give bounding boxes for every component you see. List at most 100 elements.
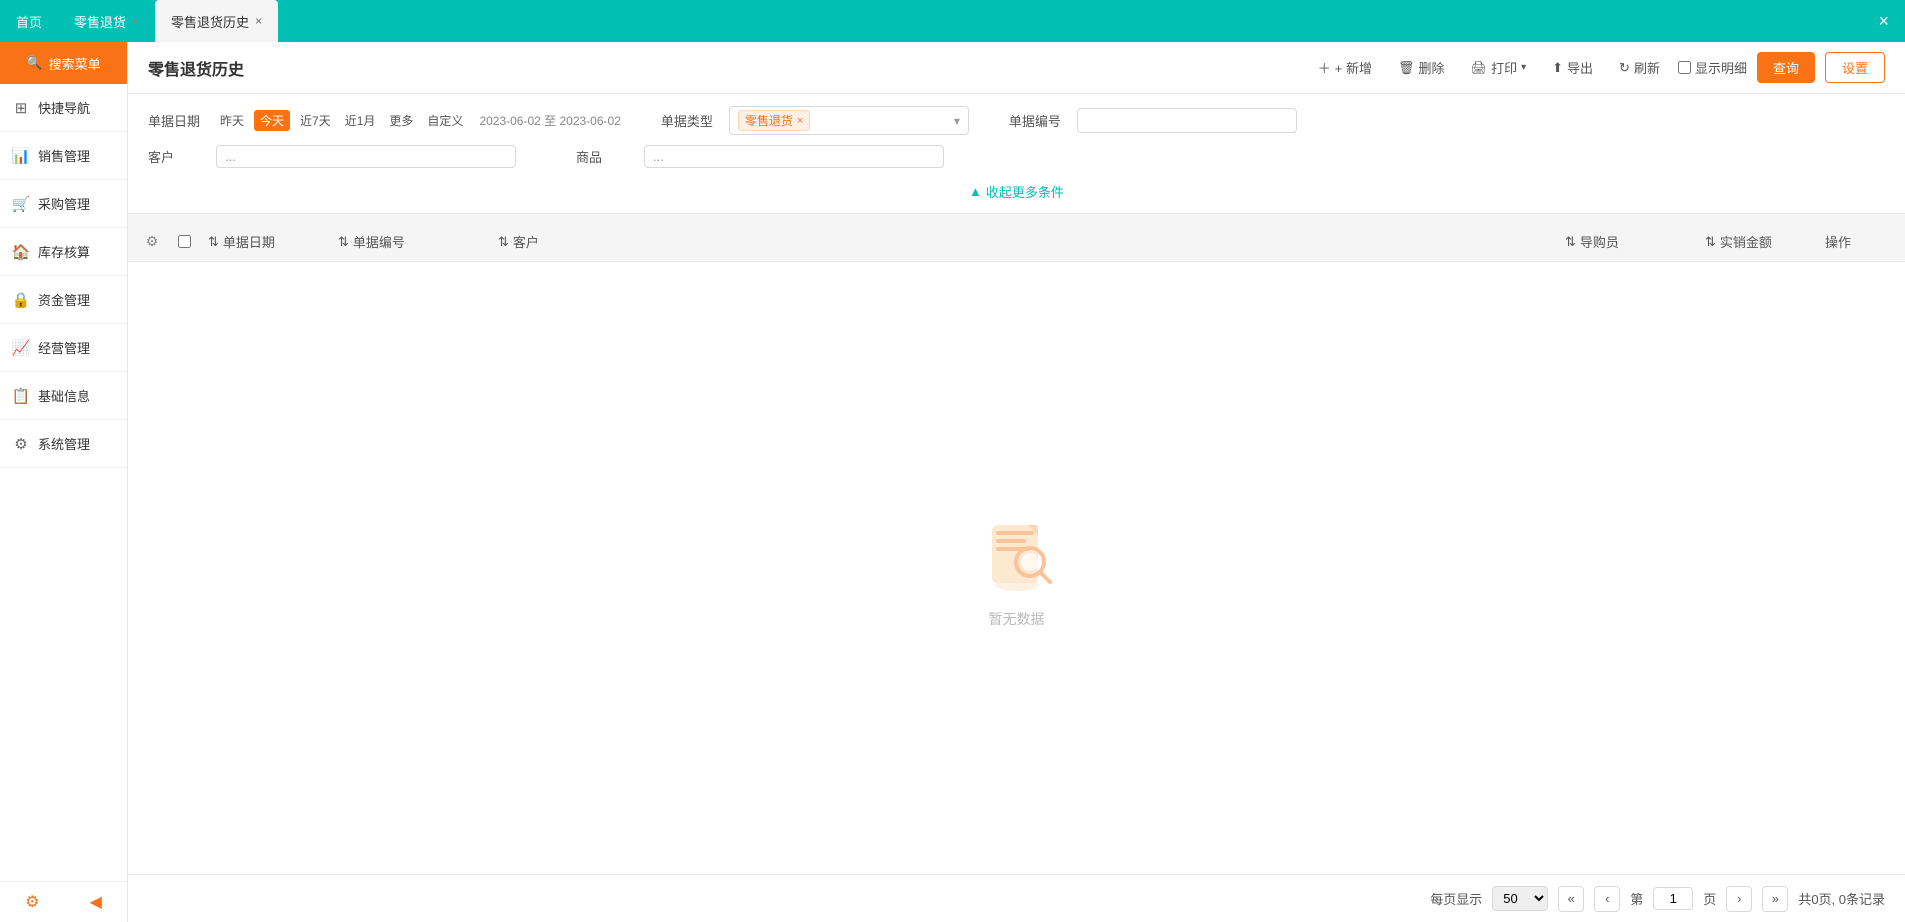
col-num-label: 单据编号 xyxy=(353,232,405,251)
page-title: 零售退货历史 xyxy=(148,56,244,90)
sales-icon: 📊 xyxy=(12,147,30,165)
export-label: 导出 xyxy=(1567,58,1593,77)
sidebar-item-system[interactable]: ⚙ 系统管理 xyxy=(0,420,127,468)
sidebar-item-purchase[interactable]: 🛒 采购管理 xyxy=(0,180,127,228)
top-navbar: 首页 零售退货 × 零售退货历史 × × xyxy=(0,0,1905,42)
show-detail-input[interactable] xyxy=(1678,61,1691,74)
sidebar-item-finance[interactable]: 🔒 资金管理 xyxy=(0,276,127,324)
col-guide[interactable]: ⇅ 导购员 xyxy=(1557,232,1697,251)
tab-retail-return-history[interactable]: 零售退货历史 × xyxy=(155,0,278,42)
col-num-sort-icon: ⇅ xyxy=(338,234,349,250)
collapse-label: 收起更多条件 xyxy=(986,182,1064,201)
delete-icon: 🗑 xyxy=(1398,60,1415,76)
col-op-label: 操作 xyxy=(1825,232,1851,251)
close-retail-return-icon[interactable]: × xyxy=(132,14,139,28)
print-button[interactable]: 🖨 打印 ▾ xyxy=(1463,54,1535,81)
filter-customer: 客户 ... xyxy=(148,145,516,168)
query-button[interactable]: 查询 xyxy=(1757,52,1815,83)
setting-button[interactable]: 设置 xyxy=(1825,52,1885,83)
tab-home[interactable]: 首页 xyxy=(0,0,58,42)
col-amount-sort-icon: ⇅ xyxy=(1705,234,1716,250)
num-filter-input[interactable] xyxy=(1077,108,1297,133)
basic-info-icon: 📋 xyxy=(12,387,30,405)
table-area: ⚙ ⇅ 单据日期 ⇅ 单据编号 ⇅ 客户 ⇅ 导购员 xyxy=(128,222,1905,874)
sidebar-item-purchase-label: 采购管理 xyxy=(38,194,90,213)
col-date[interactable]: ⇅ 单据日期 xyxy=(200,232,330,251)
page-input[interactable] xyxy=(1653,887,1693,910)
sidebar-item-inventory[interactable]: 🏠 库存核算 xyxy=(0,228,127,276)
tab-home-label: 首页 xyxy=(16,12,42,31)
collapse-more-btn[interactable]: ▲ 收起更多条件 xyxy=(969,182,1064,201)
collapse-sidebar-icon[interactable]: ◀ xyxy=(90,892,102,912)
goods-select[interactable]: ... xyxy=(644,145,944,168)
sidebar-item-system-label: 系统管理 xyxy=(38,434,90,453)
shortcut-1month[interactable]: 近1月 xyxy=(341,110,380,131)
window-close-icon[interactable]: × xyxy=(1862,11,1905,32)
new-button[interactable]: ＋ + 新增 xyxy=(1310,54,1380,81)
export-button[interactable]: ⬆ 导出 xyxy=(1544,54,1601,81)
select-all-input[interactable] xyxy=(178,235,191,248)
filter-row-2: 客户 ... 商品 ... xyxy=(148,145,1885,168)
next-page-btn[interactable]: › xyxy=(1726,886,1752,912)
col-date-label: 单据日期 xyxy=(223,232,275,251)
purchase-icon: 🛒 xyxy=(12,195,30,213)
sidebar: 🔍 搜索菜单 ⊞ 快捷导航 📊 销售管理 🛒 采购管理 🏠 库存核算 🔒 xyxy=(0,42,128,922)
tab-retail-return-label: 零售退货 xyxy=(74,12,126,31)
shortcut-custom[interactable]: 自定义 xyxy=(423,110,467,131)
date-filter-label: 单据日期 xyxy=(148,111,208,130)
col-guide-sort-icon: ⇅ xyxy=(1565,234,1576,250)
customer-select[interactable]: ... xyxy=(216,145,516,168)
sidebar-item-quick-nav-label: 快捷导航 xyxy=(38,98,90,117)
col-amount[interactable]: ⇅ 实销金额 xyxy=(1697,232,1817,251)
sidebar-search[interactable]: 🔍 搜索菜单 xyxy=(0,42,127,84)
system-icon: ⚙ xyxy=(12,435,30,453)
col-op: 操作 xyxy=(1817,232,1897,251)
nav-tabs: 首页 零售退货 × 零售退货历史 × xyxy=(0,0,1862,42)
delete-button[interactable]: 🗑 删除 xyxy=(1390,54,1453,81)
page-size-label: 每页显示 xyxy=(1430,889,1482,908)
refresh-icon: ↻ xyxy=(1619,60,1630,76)
sidebar-item-quick-nav[interactable]: ⊞ 快捷导航 xyxy=(0,84,127,132)
shortcut-more[interactable]: 更多 xyxy=(385,110,417,131)
col-customer[interactable]: ⇅ 客户 xyxy=(490,232,1557,251)
collapse-arrow-icon: ▲ xyxy=(969,184,982,199)
sidebar-item-sales[interactable]: 📊 销售管理 xyxy=(0,132,127,180)
customer-filter-label: 客户 xyxy=(148,147,208,166)
type-tag: 零售退货 × xyxy=(738,110,810,131)
shortcut-yesterday[interactable]: 昨天 xyxy=(216,110,248,131)
show-detail-checkbox[interactable]: 显示明细 xyxy=(1678,58,1747,77)
prev-page-btn[interactable]: ‹ xyxy=(1594,886,1620,912)
table-settings-icon[interactable]: ⚙ xyxy=(136,233,168,250)
content-area: 零售退货历史 ＋ + 新增 🗑 删除 🖨 打印 ▾ ⬆ 导出 xyxy=(128,42,1905,922)
col-guide-label: 导购员 xyxy=(1580,232,1619,251)
type-tag-close-icon[interactable]: × xyxy=(797,115,803,127)
print-arrow-icon: ▾ xyxy=(1521,62,1526,73)
filter-type: 单据类型 零售退货 × ▾ xyxy=(661,106,969,135)
sidebar-item-operation[interactable]: 📈 经营管理 xyxy=(0,324,127,372)
last-page-btn[interactable]: » xyxy=(1762,886,1788,912)
pagination: 每页显示 50 20 100 « ‹ 第 页 › » 共0页, 0条记录 xyxy=(128,874,1905,922)
close-retail-return-history-icon[interactable]: × xyxy=(255,14,262,28)
main-layout: 🔍 搜索菜单 ⊞ 快捷导航 📊 销售管理 🛒 采购管理 🏠 库存核算 🔒 xyxy=(0,42,1905,922)
page-size-select[interactable]: 50 20 100 xyxy=(1492,886,1548,911)
table-select-all-checkbox[interactable] xyxy=(168,235,200,248)
print-icon: 🖨 xyxy=(1471,60,1488,76)
sidebar-item-basic-info-label: 基础信息 xyxy=(38,386,90,405)
setting-label: 设置 xyxy=(1842,61,1868,76)
type-select[interactable]: 零售退货 × ▾ xyxy=(729,106,969,135)
goods-filter-label: 商品 xyxy=(576,147,636,166)
first-page-btn[interactable]: « xyxy=(1558,886,1584,912)
sidebar-item-basic-info[interactable]: 📋 基础信息 xyxy=(0,372,127,420)
new-label: + 新增 xyxy=(1335,58,1372,77)
search-icon: 🔍 xyxy=(26,55,42,71)
shortcut-7days[interactable]: 近7天 xyxy=(296,110,335,131)
date-shortcuts: 昨天 今天 近7天 近1月 更多 自定义 xyxy=(216,110,467,131)
settings-bottom-icon[interactable]: ⚙ xyxy=(25,892,39,912)
inventory-icon: 🏠 xyxy=(12,243,30,261)
tab-retail-return[interactable]: 零售退货 × xyxy=(58,0,155,42)
shortcut-today[interactable]: 今天 xyxy=(254,110,290,131)
customer-dots: ... xyxy=(225,149,236,164)
refresh-button[interactable]: ↻ 刷新 xyxy=(1611,54,1668,81)
col-num[interactable]: ⇅ 单据编号 xyxy=(330,232,490,251)
filter-date: 单据日期 昨天 今天 近7天 近1月 更多 自定义 2023-06-02 至 2… xyxy=(148,110,621,131)
